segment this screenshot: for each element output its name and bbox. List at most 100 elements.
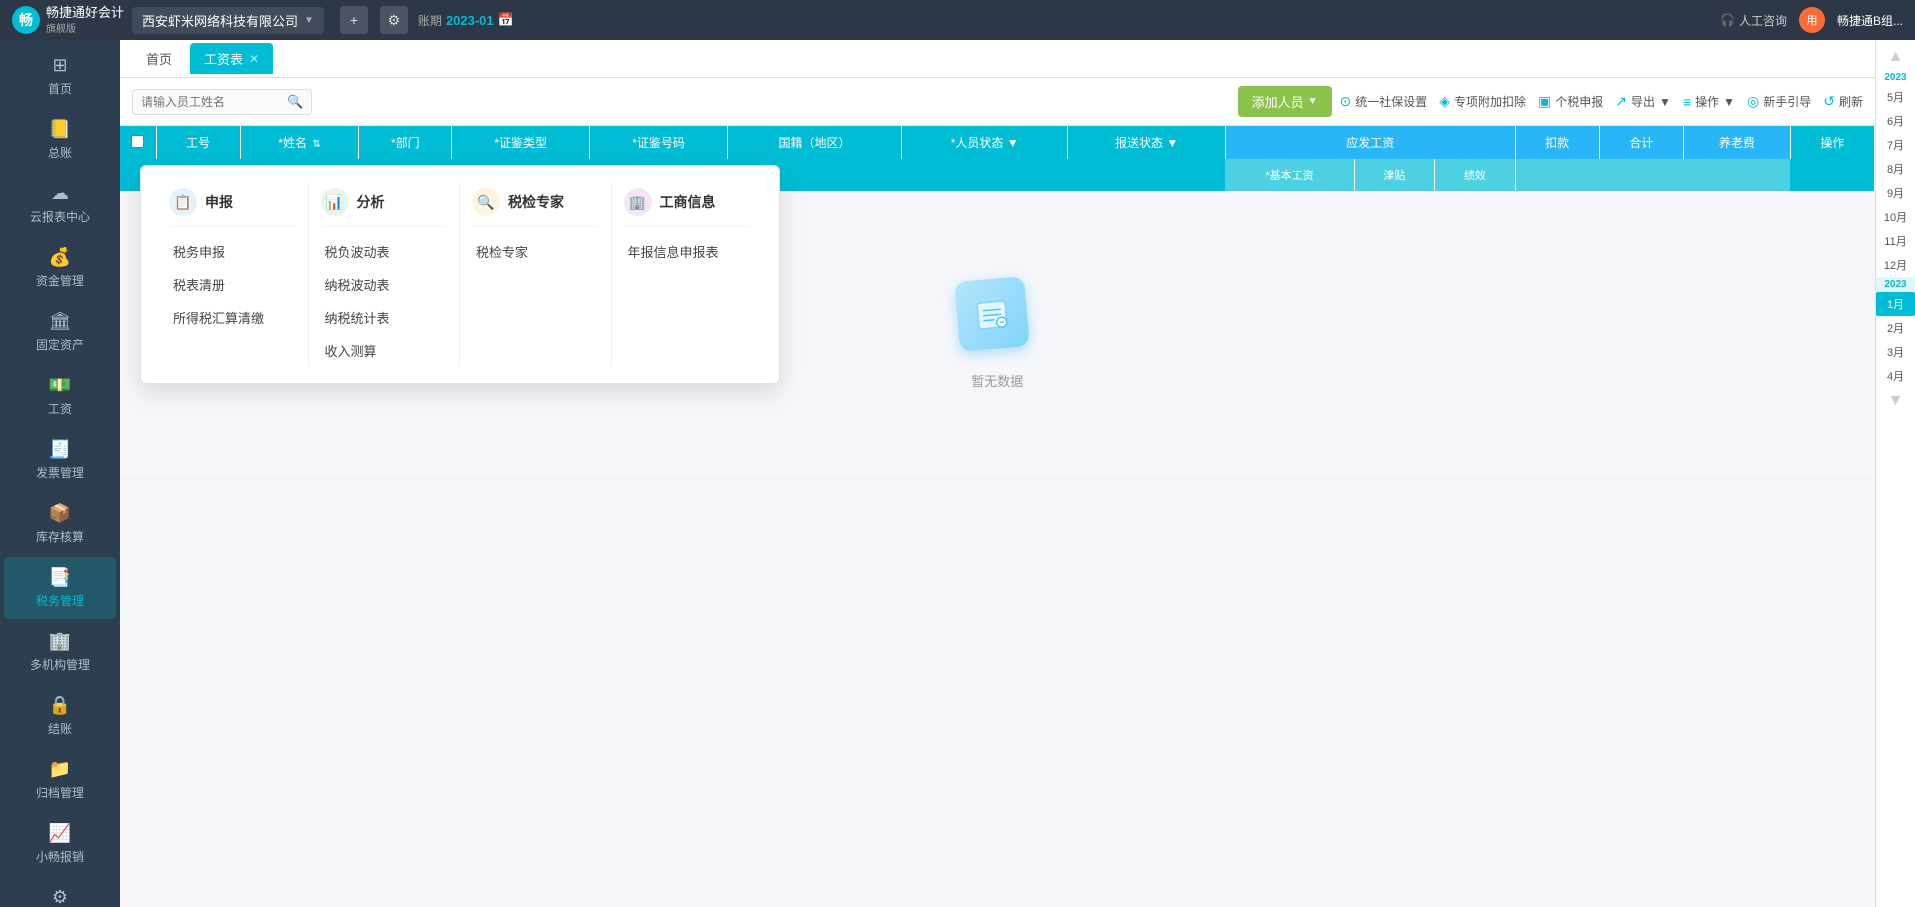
guide-button[interactable]: ◎ 新手引导 <box>1747 93 1811 110</box>
sidebar-item-multi[interactable]: 🏢 多机构管理 <box>4 621 116 683</box>
dropdown-section-shen: 📋 申报 税务申报 税表清册 所得税汇算清缴 <box>157 182 309 367</box>
sidebar-item-inventory[interactable]: 📦 库存核算 <box>4 493 116 555</box>
sidebar-item-salary[interactable]: 💵 工资 <box>4 365 116 427</box>
sidebar-label-tax: 税务管理 <box>36 592 84 609</box>
sidebar-label-home: 首页 <box>48 80 72 97</box>
report-status-filter-icon[interactable]: ▼ <box>1166 136 1178 150</box>
dropdown-section-expert-header: 🔍 税检专家 <box>472 182 599 227</box>
shen-section-icon: 📋 <box>169 188 197 216</box>
table-header-row1: 工号 *姓名 ⇅ *部门 *证鉴类型 *证鉴号码 国籍（地区） *人员状态 ▼ … <box>120 126 1875 159</box>
right-panel-month-2[interactable]: 2月 <box>1876 316 1915 340</box>
dropdown-section-business: 🏢 工商信息 年报信息申报表 <box>612 182 764 367</box>
sidebar-item-fund[interactable]: 💰 资金管理 <box>4 237 116 299</box>
refresh-icon: ↺ <box>1823 93 1835 110</box>
dropdown-item-annual-report[interactable]: 年报信息申报表 <box>624 235 752 268</box>
operate-button[interactable]: ≡ 操作 ▼ <box>1683 93 1735 110</box>
add-person-label: 添加人员 <box>1252 92 1304 111</box>
special-deduct-button[interactable]: ◈ 专项附加扣除 <box>1439 93 1526 110</box>
dropdown-item-expert[interactable]: 税检专家 <box>472 235 599 268</box>
right-panel-month-6[interactable]: 6月 <box>1876 109 1915 133</box>
human-service-label: 人工咨询 <box>1739 12 1787 29</box>
tab-salary-label: 工资表 <box>204 49 243 68</box>
dropdown-item-tax-stats[interactable]: 纳税统计表 <box>321 301 448 334</box>
search-input[interactable] <box>141 95 281 109</box>
right-panel-month-1[interactable]: 1月 <box>1876 292 1915 316</box>
search-icon: 🔍 <box>287 94 303 110</box>
dropdown-item-tax-wave[interactable]: 纳税波动表 <box>321 268 448 301</box>
sidebar-label-inventory: 库存核算 <box>36 528 84 545</box>
right-panel-month-11[interactable]: 11月 <box>1876 229 1915 253</box>
person-status-filter-icon[interactable]: ▼ <box>1007 136 1019 150</box>
select-all-checkbox[interactable] <box>131 135 144 148</box>
export-button[interactable]: ↗ 导出 ▼ <box>1615 93 1671 110</box>
company-selector[interactable]: 西安虾米网络科技有限公司 ▼ <box>132 7 324 34</box>
calendar-icon[interactable]: 📅 <box>498 12 514 28</box>
tab-close-icon[interactable]: ✕ <box>249 52 259 66</box>
th-name: *姓名 ⇅ <box>240 126 359 159</box>
toolbar: 🔍 添加人员 ▼ ⊙ 统一社保设置 ◈ 专项附加扣除 ▣ 个税申报 <box>120 78 1875 126</box>
dropdown-item-income-calc[interactable]: 收入测算 <box>321 334 448 367</box>
dropdown-section-expert: 🔍 税检专家 税检专家 <box>460 182 612 367</box>
sidebar-item-close[interactable]: 🔒 结账 <box>4 685 116 747</box>
tab-salary[interactable]: 工资表 ✕ <box>190 43 273 74</box>
right-panel-month-8[interactable]: 8月 <box>1876 157 1915 181</box>
sidebar-item-ledger[interactable]: 📒 总账 <box>4 109 116 171</box>
human-service-button[interactable]: 🎧 人工咨询 <box>1720 12 1787 29</box>
right-panel-month-3[interactable]: 3月 <box>1876 340 1915 364</box>
fund-icon: 💰 <box>49 247 71 268</box>
multi-icon: 🏢 <box>49 631 71 652</box>
right-panel-month-10[interactable]: 10月 <box>1876 205 1915 229</box>
business-section-icon: 🏢 <box>624 188 652 216</box>
right-panel-year-2023-label: 2023 <box>1876 277 1915 292</box>
guide-btn-icon: ◎ <box>1747 93 1759 110</box>
sidebar-label-invoice: 发票管理 <box>36 464 84 481</box>
add-company-button[interactable]: + <box>340 6 368 34</box>
sidebar-label-multi: 多机构管理 <box>30 656 90 673</box>
toolbar-actions: ⊙ 统一社保设置 ◈ 专项附加扣除 ▣ 个税申报 ↗ 导出 ▼ ≡ <box>1340 93 1864 110</box>
sidebar-label-archive: 归档管理 <box>36 784 84 801</box>
refresh-button[interactable]: ↺ 刷新 <box>1823 93 1863 110</box>
sidebar-label-ledger: 总账 <box>48 144 72 161</box>
user-name[interactable]: 畅捷通B组... <box>1837 12 1903 29</box>
tab-bar: 首页 工资表 ✕ <box>120 40 1875 78</box>
th-op-spacer <box>1790 159 1874 191</box>
tab-home[interactable]: 首页 <box>132 43 186 74</box>
asset-icon: 🏛 <box>49 311 72 332</box>
sidebar-item-tax[interactable]: 📑 税务管理 <box>4 557 116 619</box>
avatar: 用 <box>1799 7 1825 33</box>
sidebar-item-report[interactable]: 📈 小畅报销 <box>4 813 116 875</box>
th-total: 合计 <box>1599 126 1683 159</box>
add-person-button[interactable]: 添加人员 ▼ <box>1238 86 1332 117</box>
sidebar-item-asset[interactable]: 🏛 固定资产 <box>4 301 116 363</box>
invoice-icon: 🧾 <box>49 439 71 460</box>
settings-icon[interactable]: ⚙ <box>380 6 408 34</box>
export-icon: ↗ <box>1615 93 1627 110</box>
social-insurance-button[interactable]: ⊙ 统一社保设置 <box>1340 93 1428 110</box>
name-sort-icon[interactable]: ⇅ <box>312 139 320 150</box>
dropdown-item-tax-table[interactable]: 税表清册 <box>169 268 296 301</box>
sidebar-item-cloud[interactable]: ☁ 云报表中心 <box>4 173 116 235</box>
dropdown-item-tax-declare[interactable]: 税务申报 <box>169 235 296 268</box>
right-panel-month-9[interactable]: 9月 <box>1876 181 1915 205</box>
sidebar-item-invoice[interactable]: 🧾 发票管理 <box>4 429 116 491</box>
right-panel-month-12[interactable]: 12月 <box>1876 253 1915 277</box>
th-person-status: *人员状态 ▼ <box>902 126 1068 159</box>
sidebar-item-home[interactable]: ⊞ 首页 <box>4 45 116 107</box>
dropdown-item-tax-fluctuation[interactable]: 税负波动表 <box>321 235 448 268</box>
right-panel-month-5[interactable]: 5月 <box>1876 85 1915 109</box>
sidebar-item-archive[interactable]: 📁 归档管理 <box>4 749 116 811</box>
sidebar-item-basic[interactable]: ⚙ 基础设置 <box>4 877 116 907</box>
right-panel-down-icon[interactable]: ▼ <box>1884 388 1908 414</box>
th-deduct: 扣款 <box>1515 126 1599 159</box>
right-panel-up-icon[interactable]: ▲ <box>1884 44 1908 70</box>
salary-icon: 💵 <box>49 375 71 396</box>
tax-declare-button[interactable]: ▣ 个税申报 <box>1538 93 1603 110</box>
right-panel-month-4[interactable]: 4月 <box>1876 364 1915 388</box>
right-panel-month-7[interactable]: 7月 <box>1876 133 1915 157</box>
dropdown-item-income-tax[interactable]: 所得税汇算清缴 <box>169 301 296 334</box>
add-person-dropdown-icon: ▼ <box>1308 96 1318 107</box>
report-icon: 📈 <box>49 823 71 844</box>
analysis-section-title: 分析 <box>357 192 385 212</box>
th-checkbox[interactable] <box>120 126 156 159</box>
th-base-wage: *基本工资 <box>1225 159 1354 191</box>
